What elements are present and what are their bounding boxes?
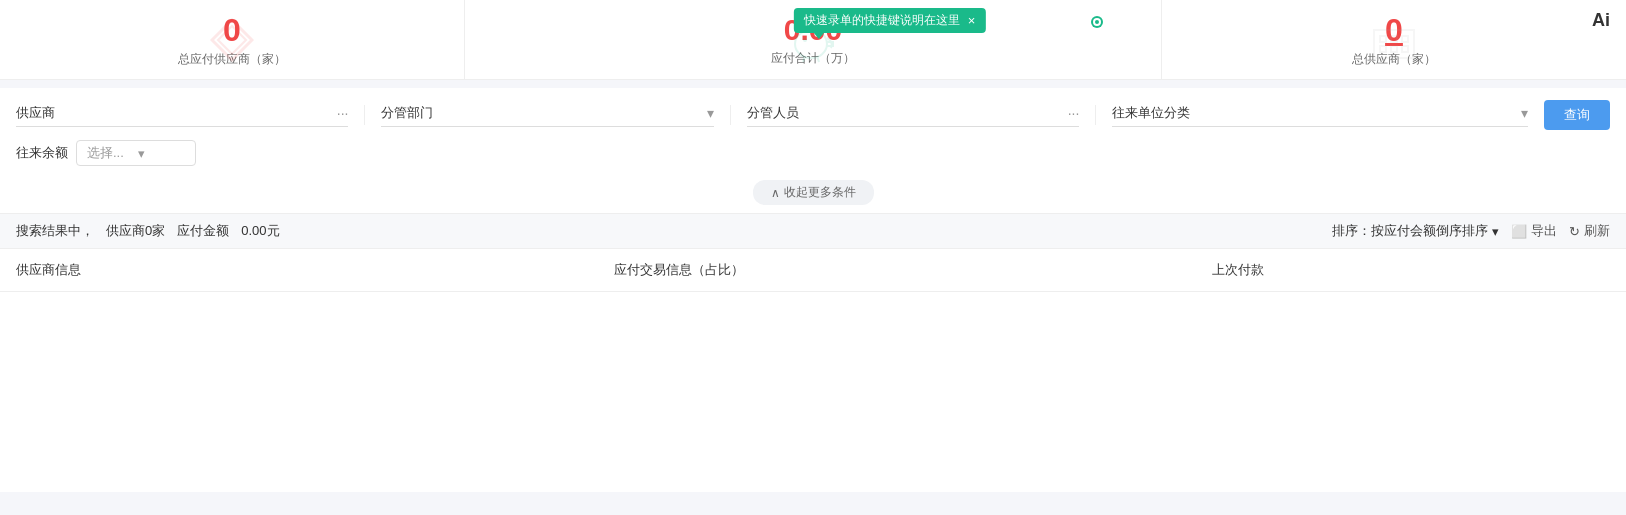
export-label: 导出 — [1531, 222, 1557, 240]
tooltip-bubble: 快速录单的快捷键说明在这里 × — [794, 8, 986, 33]
department-chevron-icon[interactable]: ▾ — [707, 105, 714, 121]
refresh-icon: ↻ — [1569, 224, 1580, 239]
sort-select[interactable]: 排序：按应付会额倒序排序 ▾ — [1332, 222, 1499, 240]
refresh-button[interactable]: ↻ 刷新 — [1569, 222, 1610, 240]
svg-rect-6 — [1391, 36, 1397, 42]
department-label: 分管部门 — [381, 104, 433, 122]
divider-1 — [364, 105, 365, 125]
divider-2 — [730, 105, 731, 125]
department-input[interactable] — [441, 105, 702, 120]
export-icon: ⬜ — [1511, 224, 1527, 239]
svg-rect-5 — [1380, 36, 1386, 42]
stat-card-suppliers: 0 总应付供应商（家） — [0, 0, 465, 79]
person-dots-icon[interactable]: ··· — [1068, 105, 1080, 121]
search-row-2: 往来余额 选择... ▾ — [16, 140, 1610, 166]
top-stats-bar: 0 总应付供应商（家） 快速录单的快捷键说明在这里 × 0.00 应付合计（万） — [0, 0, 1626, 80]
stat-card-amount: 快速录单的快捷键说明在这里 × 0.00 应付合计（万） — [465, 0, 1162, 79]
building-icon — [1364, 20, 1424, 60]
person-input[interactable] — [807, 105, 1064, 120]
results-amount-label: 应付金额 — [177, 222, 229, 240]
collapse-chevron-icon: ∧ — [771, 186, 780, 200]
supplier-field: 供应商 ··· — [16, 104, 348, 127]
divider-3 — [1095, 105, 1096, 125]
svg-rect-7 — [1402, 36, 1408, 42]
diamond-logo-icon — [210, 18, 254, 62]
tooltip-close-btn[interactable]: × — [968, 13, 976, 28]
svg-rect-8 — [1380, 46, 1386, 52]
results-bar: 搜索结果中， 供应商0家 应付金额 0.00元 排序：按应付会额倒序排序 ▾ ⬜… — [0, 213, 1626, 249]
person-field: 分管人员 ··· — [747, 104, 1079, 127]
unit-input[interactable] — [1198, 105, 1517, 120]
tooltip-text: 快速录单的快捷键说明在这里 — [804, 12, 960, 29]
svg-rect-4 — [1374, 30, 1414, 58]
sort-chevron-icon: ▾ — [1492, 224, 1499, 239]
results-prefix: 搜索结果中， — [16, 222, 94, 240]
collapse-button[interactable]: ∧ 收起更多条件 — [753, 180, 874, 205]
svg-rect-9 — [1391, 46, 1397, 52]
unit-label: 往来单位分类 — [1112, 104, 1190, 122]
unit-field: 往来单位分类 ▾ — [1112, 104, 1528, 127]
col-lastpay-header: 上次付款 — [1212, 261, 1611, 279]
table-header: 供应商信息 应付交易信息（占比） 上次付款 — [0, 249, 1626, 292]
ai-label[interactable]: Ai — [1592, 10, 1610, 31]
export-button[interactable]: ⬜ 导出 — [1511, 222, 1557, 240]
supplier-dots-icon[interactable]: ··· — [337, 105, 349, 121]
unit-chevron-icon[interactable]: ▾ — [1521, 105, 1528, 121]
balance-chevron-icon: ▾ — [138, 146, 185, 161]
col-transaction-header: 应付交易信息（占比） — [614, 261, 1212, 279]
balance-select-value: 选择... — [87, 144, 134, 162]
collapse-label: 收起更多条件 — [784, 184, 856, 201]
results-info: 搜索结果中， 供应商0家 应付金额 0.00元 — [16, 222, 280, 240]
supplier-input[interactable] — [63, 105, 333, 120]
balance-select[interactable]: 选择... ▾ — [76, 140, 196, 166]
query-button[interactable]: 查询 — [1544, 100, 1610, 130]
balance-label: 往来余额 — [16, 144, 68, 162]
results-amount-value: 0.00元 — [241, 222, 279, 240]
search-area: 供应商 ··· 分管部门 ▾ 分管人员 ··· 往来单位分类 ▾ 查询 往 — [0, 88, 1626, 213]
department-field: 分管部门 ▾ — [381, 104, 713, 127]
refresh-label: 刷新 — [1584, 222, 1610, 240]
svg-rect-10 — [1402, 46, 1408, 52]
search-row-1: 供应商 ··· 分管部门 ▾ 分管人员 ··· 往来单位分类 ▾ 查询 — [16, 100, 1610, 130]
stat-card-total: 0 总供应商（家） Ai — [1162, 0, 1626, 79]
results-actions: 排序：按应付会额倒序排序 ▾ ⬜ 导出 ↻ 刷新 — [1332, 222, 1610, 240]
tooltip-dot-icon — [1093, 18, 1101, 26]
col-supplier-header: 供应商信息 — [16, 261, 614, 279]
results-supplier-count: 供应商0家 — [106, 222, 165, 240]
person-label: 分管人员 — [747, 104, 799, 122]
sort-label: 排序：按应付会额倒序排序 — [1332, 222, 1488, 240]
supplier-label: 供应商 — [16, 104, 55, 122]
table-body — [0, 292, 1626, 492]
svg-point-3 — [803, 38, 807, 42]
collapse-bar: ∧ 收起更多条件 — [16, 174, 1610, 213]
